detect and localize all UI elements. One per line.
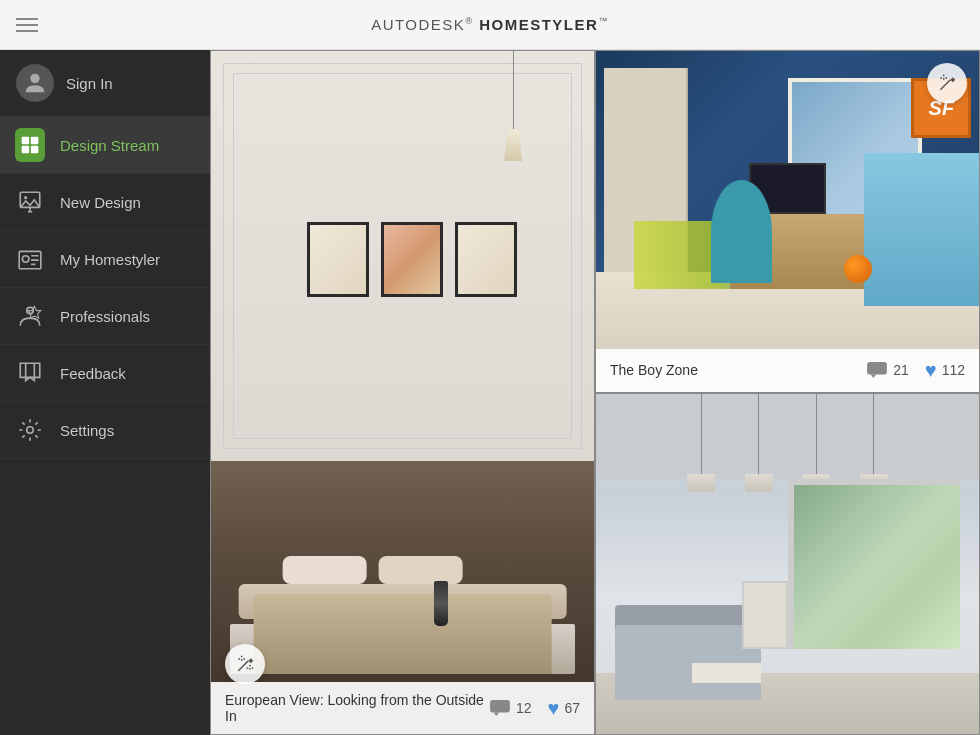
sidebar-item-design-stream[interactable]: Design Stream [0, 117, 210, 174]
bed [253, 544, 552, 674]
boyzone-bed [864, 153, 979, 306]
avatar [16, 64, 54, 102]
svg-point-10 [22, 256, 29, 263]
bedroom-image [211, 51, 594, 734]
bed-pillow-2 [379, 556, 463, 584]
like-stat-main: ♥ 67 [548, 697, 580, 720]
hamburger-menu-icon[interactable] [16, 18, 38, 32]
design-card-main-overlay: European View: Looking from the Outside … [211, 682, 594, 734]
sidebar-item-label-feedback: Feedback [60, 365, 126, 382]
professionals-icon [16, 302, 44, 330]
pendant-1 [687, 394, 715, 564]
comment-icon-boyzone [866, 361, 888, 379]
sidebar-item-professionals[interactable]: Professionals [0, 288, 210, 345]
sidebar-item-settings[interactable]: Settings [0, 402, 210, 459]
modern-window [788, 479, 960, 649]
design-boyzone-title: The Boy Zone [610, 362, 698, 378]
svg-point-12 [27, 427, 34, 434]
svg-marker-23 [494, 713, 499, 717]
pendant-2 [745, 394, 773, 564]
sidebar-item-new-design[interactable]: New Design [0, 174, 210, 231]
comment-stat-boyzone: 21 [866, 361, 909, 379]
sidebar-item-label-new-design: New Design [60, 194, 141, 211]
wall-frame-1 [307, 222, 369, 297]
svg-marker-30 [871, 375, 876, 379]
svg-rect-2 [31, 137, 39, 145]
app-header: AUTODESK® HOMESTYLER™ [0, 0, 980, 50]
design-main-stats: 12 ♥ 67 [489, 697, 580, 720]
magic-wand-button-main[interactable] [225, 644, 265, 684]
bed-pillow-1 [283, 556, 367, 584]
svg-line-24 [940, 80, 950, 90]
svg-point-0 [30, 74, 39, 83]
design-stream-icon-bg [15, 128, 45, 162]
design-grid: European View: Looking from the Outside … [210, 50, 980, 735]
my-homestyler-icon [16, 245, 44, 273]
sidebar-item-my-homestyler[interactable]: My Homestyler [0, 231, 210, 288]
feedback-icon [16, 359, 44, 387]
app-title: AUTODESK® HOMESTYLER™ [371, 16, 609, 33]
svg-point-6 [24, 196, 27, 199]
sidebar: Sign In Design Stream [0, 50, 210, 735]
sidebar-item-label-professionals: Professionals [60, 308, 150, 325]
frames-row [307, 222, 518, 297]
comment-stat-main: 12 [489, 699, 532, 717]
svg-line-13 [238, 661, 248, 671]
sidebar-item-label-my-homestyler: My Homestyler [60, 251, 160, 268]
sidebar-item-label-design-stream: Design Stream [60, 137, 159, 154]
settings-icon [16, 416, 44, 444]
sign-in-label: Sign In [66, 75, 113, 92]
heart-icon-boyzone: ♥ [925, 359, 937, 382]
magic-wand-button-boyzone[interactable] [927, 63, 967, 103]
svg-rect-3 [22, 146, 30, 154]
wall-frame-2 [381, 222, 443, 297]
sidebar-user-row[interactable]: Sign In [0, 50, 210, 117]
modern-image [596, 394, 979, 735]
design-stream-icon [16, 131, 44, 159]
svg-rect-22 [490, 700, 510, 713]
wall-frame-3 [455, 222, 517, 297]
main-layout: Sign In Design Stream [0, 50, 980, 735]
design-main-title: European View: Looking from the Outside … [225, 692, 489, 724]
design-card-boyzone[interactable]: SF The Boy Zone [595, 50, 980, 393]
heart-icon-main: ♥ [548, 697, 560, 720]
boyzone-image: SF [596, 51, 979, 392]
coffee-table [692, 663, 761, 683]
wall-picture [742, 581, 788, 649]
svg-rect-29 [867, 362, 887, 375]
design-card-modern[interactable] [595, 393, 980, 736]
svg-rect-4 [31, 146, 39, 154]
boyzone-basketball [844, 255, 872, 283]
comment-icon-main [489, 699, 511, 717]
sidebar-item-feedback[interactable]: Feedback [0, 345, 210, 402]
design-card-main[interactable]: European View: Looking from the Outside … [210, 50, 595, 735]
vase [434, 581, 448, 626]
design-card-boyzone-overlay: The Boy Zone 21 ♥ 112 [596, 349, 979, 392]
boyzone-chair [711, 180, 772, 282]
like-stat-boyzone: ♥ 112 [925, 359, 965, 382]
svg-rect-1 [22, 137, 30, 145]
pendant-lamp [501, 51, 525, 171]
bed-base [253, 594, 552, 674]
sidebar-item-label-settings: Settings [60, 422, 114, 439]
design-boyzone-stats: 21 ♥ 112 [866, 359, 965, 382]
new-design-icon [16, 188, 44, 216]
